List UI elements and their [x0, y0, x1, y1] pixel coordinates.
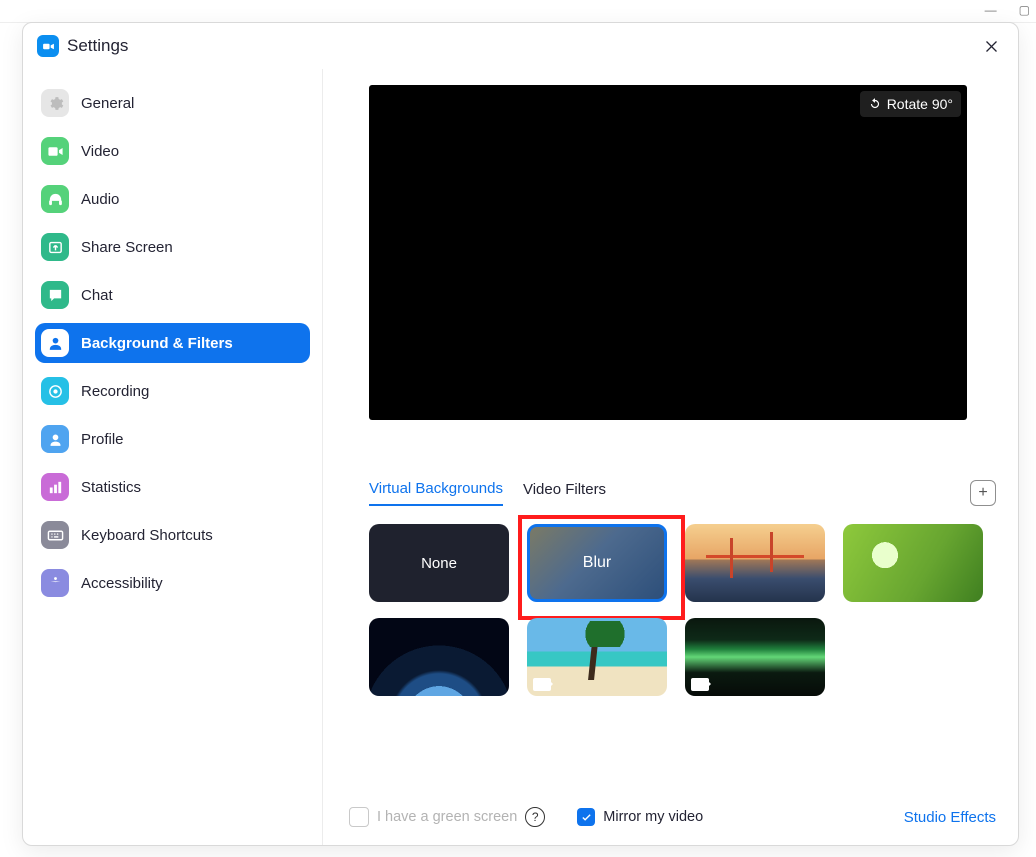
mirror-video-label: Mirror my video	[603, 809, 703, 825]
record-icon	[41, 377, 69, 405]
window-frame: — ▢ Settings General Video Audio Share Scre…	[0, 0, 1036, 857]
green-screen-label: I have a green screen	[377, 809, 517, 825]
sidebar-item-keyboard-shortcuts[interactable]: Keyboard Shortcuts	[35, 515, 310, 555]
green-screen-checkbox[interactable]	[349, 807, 369, 827]
rotate-90-button[interactable]: Rotate 90°	[860, 91, 961, 117]
sidebar-item-label: Recording	[81, 383, 149, 400]
background-earth[interactable]	[369, 618, 509, 696]
sidebar-item-label: Background & Filters	[81, 335, 233, 352]
video-badge-icon	[533, 678, 551, 691]
sidebar-item-chat[interactable]: Chat	[35, 275, 310, 315]
zoom-logo-icon	[37, 35, 59, 57]
close-icon	[984, 39, 999, 54]
settings-dialog: Settings General Video Audio Share Screen Ch…	[22, 22, 1019, 846]
background-blur-label: Blur	[583, 554, 611, 572]
profile-icon	[41, 425, 69, 453]
settings-main: Rotate 90° Virtual Backgrounds Video Fil…	[323, 69, 1018, 845]
sidebar-item-general[interactable]: General	[35, 83, 310, 123]
rotate-icon	[868, 97, 882, 111]
sidebar-item-recording[interactable]: Recording	[35, 371, 310, 411]
background-blur-highlight: Blur	[527, 524, 667, 602]
sidebar-item-profile[interactable]: Profile	[35, 419, 310, 459]
sidebar-item-accessibility[interactable]: Accessibility	[35, 563, 310, 603]
sidebar-item-label: Audio	[81, 191, 119, 208]
settings-sidebar: General Video Audio Share Screen Chat Backgro…	[23, 69, 323, 845]
background-beach-video[interactable]	[527, 618, 667, 696]
background-aurora-video[interactable]	[685, 618, 825, 696]
add-background-button[interactable]: +	[970, 480, 996, 506]
sidebar-item-statistics[interactable]: Statistics	[35, 467, 310, 507]
headphones-icon	[41, 185, 69, 213]
background-tabs: Virtual Backgrounds Video Filters +	[369, 480, 996, 506]
share-icon	[41, 233, 69, 261]
sidebar-item-label: Profile	[81, 431, 124, 448]
background-none[interactable]: None	[369, 524, 509, 602]
sidebar-item-label: Statistics	[81, 479, 141, 496]
background-golden-gate[interactable]	[685, 524, 825, 602]
gear-icon	[41, 89, 69, 117]
sidebar-item-background-filters[interactable]: Background & Filters	[35, 323, 310, 363]
sidebar-item-label: Share Screen	[81, 239, 173, 256]
outer-titlebar: — ▢	[0, 0, 1036, 23]
green-screen-help-icon[interactable]: ?	[525, 807, 545, 827]
background-grass[interactable]	[843, 524, 983, 602]
restore-button[interactable]: ▢	[1019, 3, 1030, 17]
rotate-label: Rotate 90°	[887, 96, 953, 112]
stats-icon	[41, 473, 69, 501]
sidebar-item-label: Keyboard Shortcuts	[81, 527, 213, 544]
sidebar-item-label: Chat	[81, 287, 113, 304]
tab-video-filters[interactable]: Video Filters	[523, 481, 606, 505]
background-none-label: None	[421, 555, 457, 572]
video-icon	[41, 137, 69, 165]
studio-effects-link[interactable]: Studio Effects	[904, 809, 996, 826]
keyboard-icon	[41, 521, 69, 549]
sidebar-item-label: General	[81, 95, 134, 112]
sidebar-item-audio[interactable]: Audio	[35, 179, 310, 219]
close-button[interactable]	[978, 33, 1004, 59]
bottom-bar: I have a green screen ? Mirror my video …	[349, 807, 996, 827]
tab-virtual-backgrounds[interactable]: Virtual Backgrounds	[369, 480, 503, 506]
video-badge-icon	[691, 678, 709, 691]
sidebar-item-share-screen[interactable]: Share Screen	[35, 227, 310, 267]
accessibility-icon	[41, 569, 69, 597]
sidebar-item-video[interactable]: Video	[35, 131, 310, 171]
sidebar-item-label: Video	[81, 143, 119, 160]
dialog-header: Settings	[23, 23, 1018, 69]
sidebar-item-label: Accessibility	[81, 575, 163, 592]
video-preview: Rotate 90°	[369, 85, 967, 420]
backgrounds-grid: None Blur	[369, 524, 996, 696]
mirror-video-checkbox[interactable]	[577, 808, 595, 826]
person-icon	[41, 329, 69, 357]
dialog-title: Settings	[67, 36, 128, 56]
background-blur[interactable]: Blur	[527, 524, 667, 602]
minimize-button[interactable]: —	[985, 3, 997, 17]
chat-icon	[41, 281, 69, 309]
check-icon	[581, 812, 592, 823]
